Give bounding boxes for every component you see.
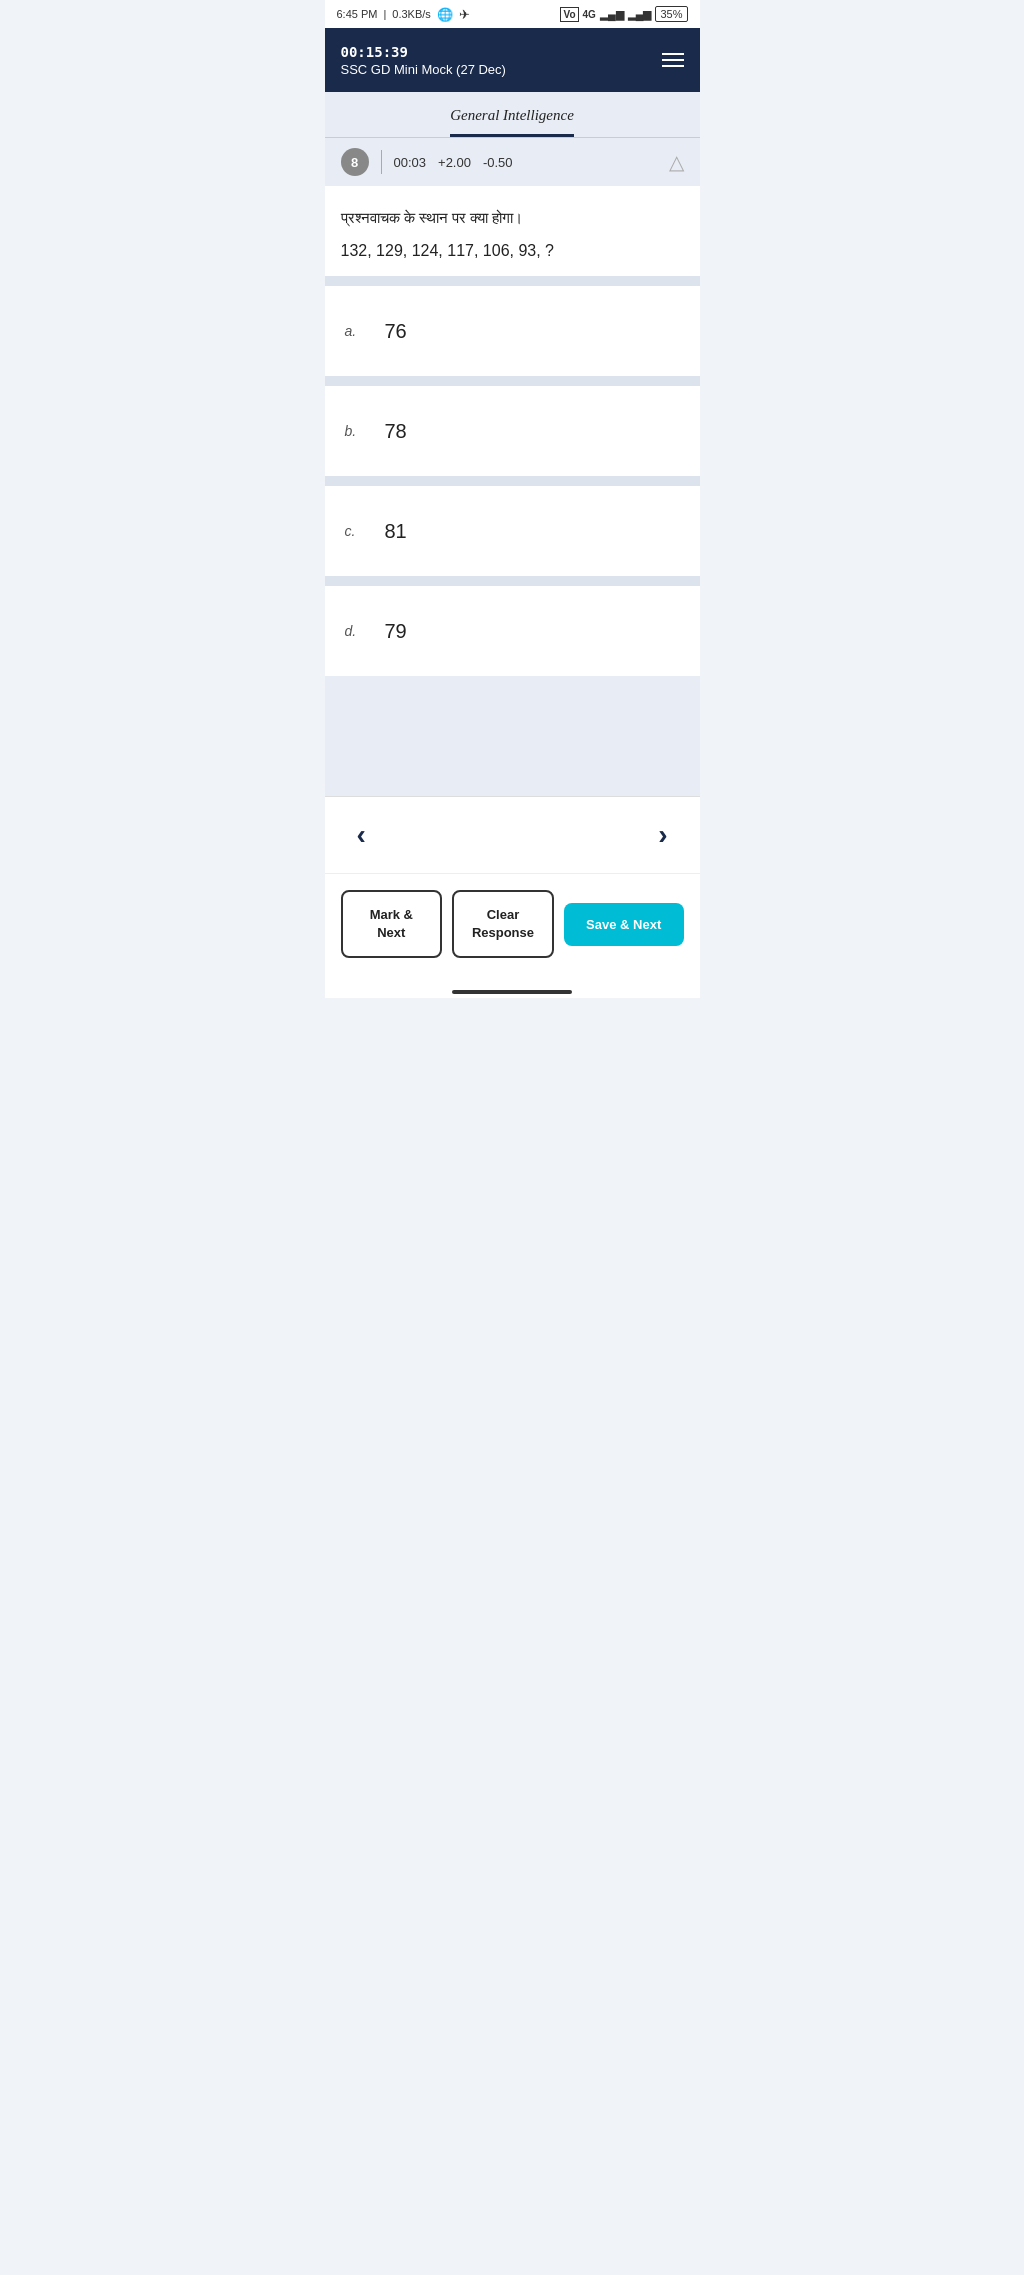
question-text-hindi: प्रश्नवाचक के स्थान पर क्या होगा। xyxy=(341,206,684,230)
option-b-value: 78 xyxy=(385,420,407,443)
telegram-icon: ✈ xyxy=(459,7,470,22)
header-left: 00:15:39 SSC GD Mini Mock (27 Dec) xyxy=(341,44,506,77)
section-tab[interactable]: General Intelligence xyxy=(325,92,700,138)
save-next-button[interactable]: Save & Next xyxy=(564,903,684,946)
option-b-row[interactable]: b. 78 xyxy=(325,386,700,476)
status-right: Vo 4G ▂▄▆ ▂▄▆ 35% xyxy=(560,6,687,22)
question-number-badge: 8 xyxy=(341,148,369,176)
prev-question-button[interactable]: ‹ xyxy=(349,815,374,855)
home-bar xyxy=(452,990,572,994)
meta-divider xyxy=(381,150,382,174)
status-bar: 6:45 PM | 0.3KB/s 🌐 ✈ Vo 4G ▂▄▆ ▂▄▆ 35% xyxy=(325,0,700,28)
next-question-button[interactable]: › xyxy=(650,815,675,855)
separator-1 xyxy=(325,276,700,286)
question-series: 132, 129, 124, 117, 106, 93, ? xyxy=(341,242,684,260)
separator-2 xyxy=(325,376,700,386)
volte-icon: Vo xyxy=(560,7,578,22)
question-marks: +2.00 xyxy=(438,155,471,170)
hamburger-menu-button[interactable] xyxy=(662,53,684,67)
option-a-row[interactable]: a. 76 xyxy=(325,286,700,376)
navigation-bar: ‹ › xyxy=(325,796,700,873)
separator-3 xyxy=(325,476,700,486)
exam-title: SSC GD Mini Mock (27 Dec) xyxy=(341,62,506,77)
option-d-label: d. xyxy=(345,623,365,639)
app-header: 00:15:39 SSC GD Mini Mock (27 Dec) xyxy=(325,28,700,92)
question-meta-bar: 8 00:03 +2.00 -0.50 △ xyxy=(325,138,700,186)
status-divider: | xyxy=(383,8,386,20)
mark-next-button[interactable]: Mark & Next xyxy=(341,890,443,958)
question-timer: 00:03 xyxy=(394,155,427,170)
status-time: 6:45 PM xyxy=(337,8,378,20)
separator-4 xyxy=(325,576,700,586)
clear-response-button[interactable]: Clear Response xyxy=(452,890,554,958)
signal-4g-icon: 4G xyxy=(583,9,596,20)
hamburger-line-1 xyxy=(662,53,684,55)
hamburger-line-2 xyxy=(662,59,684,61)
option-d-value: 79 xyxy=(385,620,407,643)
section-tab-label: General Intelligence xyxy=(450,107,574,137)
home-indicator xyxy=(325,982,700,998)
option-a-label: a. xyxy=(345,323,365,339)
signal-bars-1-icon: ▂▄▆ xyxy=(600,8,624,21)
status-network: 0.3KB/s xyxy=(392,8,431,20)
bottom-filler xyxy=(325,676,700,796)
question-area: प्रश्नवाचक के स्थान पर क्या होगा। 132, 1… xyxy=(325,186,700,276)
option-c-row[interactable]: c. 81 xyxy=(325,486,700,576)
option-a-value: 76 xyxy=(385,320,407,343)
chrome-icon: 🌐 xyxy=(437,7,453,22)
battery-icon: 35% xyxy=(655,6,687,22)
exam-timer: 00:15:39 xyxy=(341,44,506,60)
option-c-value: 81 xyxy=(385,520,407,543)
question-negative-marks: -0.50 xyxy=(483,155,513,170)
option-c-label: c. xyxy=(345,523,365,539)
signal-bars-2-icon: ▂▄▆ xyxy=(628,8,652,21)
option-b-label: b. xyxy=(345,423,365,439)
action-bar: Mark & Next Clear Response Save & Next xyxy=(325,873,700,982)
status-left: 6:45 PM | 0.3KB/s 🌐 ✈ xyxy=(337,7,470,22)
battery-level: 35% xyxy=(660,8,682,20)
option-d-row[interactable]: d. 79 xyxy=(325,586,700,676)
hamburger-line-3 xyxy=(662,65,684,67)
warning-icon: △ xyxy=(669,150,684,174)
